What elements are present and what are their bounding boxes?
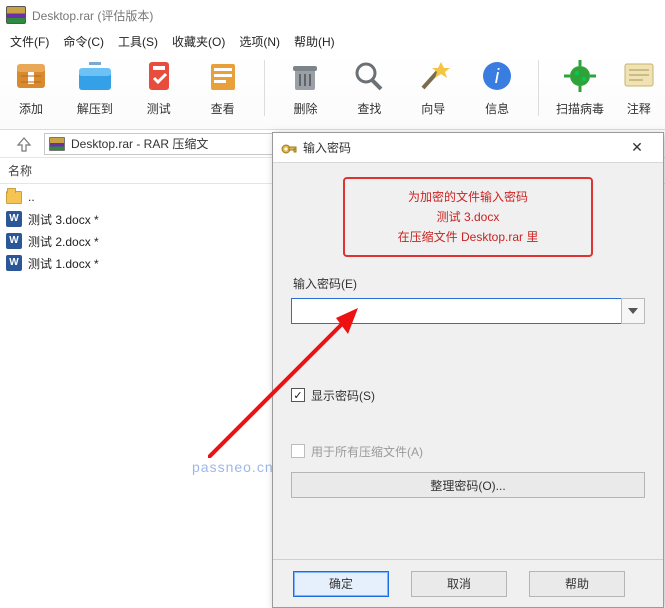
menu-file[interactable]: 文件(F)	[4, 31, 55, 52]
virus-icon	[560, 58, 600, 94]
show-password-checkbox[interactable]: 显示密码(S)	[291, 384, 645, 406]
test-icon	[139, 58, 179, 94]
watermark: passneo.cn	[192, 459, 274, 475]
msg-line-3: 在压缩文件 Desktop.rar 里	[359, 227, 577, 247]
toolbar-virus[interactable]: 扫描病毒	[555, 56, 605, 117]
window-title: Desktop.rar (评估版本)	[32, 7, 153, 24]
toolbar-test[interactable]: 测试	[134, 56, 184, 117]
menu-tools[interactable]: 工具(S)	[112, 31, 164, 52]
winrar-icon	[6, 6, 26, 24]
msg-line-1: 为加密的文件输入密码	[359, 187, 577, 207]
dialog-buttons: 确定 取消 帮助	[273, 559, 663, 607]
menu-favorites[interactable]: 收藏夹(O)	[166, 31, 231, 52]
add-archive-icon	[11, 58, 51, 94]
use-for-all-label: 用于所有压缩文件(A)	[311, 443, 423, 460]
parent-dir: ..	[28, 190, 35, 204]
path-text: Desktop.rar - RAR 压缩文	[71, 135, 208, 152]
toolbar-comment[interactable]: 注释	[619, 56, 659, 117]
view-icon	[203, 58, 243, 94]
file-name: 测试 3.docx *	[28, 211, 99, 228]
toolbar-view[interactable]: 查看	[198, 56, 248, 117]
up-arrow-icon	[15, 135, 33, 153]
dialog-title: 输入密码	[303, 139, 619, 156]
toolbar-sep-1	[264, 60, 265, 116]
close-icon: ✕	[631, 139, 643, 156]
column-name[interactable]: 名称	[8, 162, 32, 179]
toolbar-add[interactable]: 添加	[6, 56, 56, 117]
password-dropdown-button[interactable]	[621, 298, 645, 324]
key-icon	[281, 140, 297, 156]
toolbar-extract[interactable]: 解压到	[70, 56, 120, 117]
docx-icon	[6, 233, 22, 249]
checkbox-icon	[291, 444, 305, 458]
menubar: 文件(F) 命令(C) 工具(S) 收藏夹(O) 选项(N) 帮助(H)	[0, 30, 665, 52]
dialog-body: 为加密的文件输入密码 测试 3.docx 在压缩文件 Desktop.rar 里…	[273, 163, 663, 559]
dialog-titlebar[interactable]: 输入密码 ✕	[273, 133, 663, 163]
wizard-icon	[413, 58, 453, 94]
password-dialog: 输入密码 ✕ 为加密的文件输入密码 测试 3.docx 在压缩文件 Deskto…	[272, 132, 664, 608]
folder-icon	[6, 191, 22, 204]
window-titlebar: Desktop.rar (评估版本)	[0, 0, 665, 30]
toolbar-sep-2	[538, 60, 539, 116]
password-message-box: 为加密的文件输入密码 测试 3.docx 在压缩文件 Desktop.rar 里	[343, 177, 593, 257]
cancel-button[interactable]: 取消	[411, 571, 507, 597]
checkbox-group: 显示密码(S) 用于所有压缩文件(A) 整理密码(O)...	[291, 384, 645, 498]
menu-help[interactable]: 帮助(H)	[288, 31, 341, 52]
password-field-label: 输入密码(E)	[293, 275, 645, 292]
archive-icon	[49, 137, 65, 151]
chevron-down-icon	[628, 308, 638, 314]
comment-icon	[619, 58, 659, 94]
password-combo	[291, 298, 645, 324]
toolbar-find[interactable]: 查找	[344, 56, 394, 117]
file-name: 测试 2.docx *	[28, 233, 99, 250]
docx-icon	[6, 211, 22, 227]
show-password-label: 显示密码(S)	[311, 387, 375, 404]
toolbar-wizard[interactable]: 向导	[408, 56, 458, 117]
extract-icon	[75, 58, 115, 94]
msg-line-2: 测试 3.docx	[359, 207, 577, 227]
delete-icon	[285, 58, 325, 94]
menu-options[interactable]: 选项(N)	[233, 31, 286, 52]
toolbar-delete[interactable]: 删除	[281, 56, 331, 117]
file-name: 测试 1.docx *	[28, 255, 99, 272]
dialog-close-button[interactable]: ✕	[619, 134, 655, 162]
ok-button[interactable]: 确定	[293, 571, 389, 597]
menu-command[interactable]: 命令(C)	[57, 31, 110, 52]
up-button[interactable]	[4, 133, 44, 155]
use-for-all-checkbox[interactable]: 用于所有压缩文件(A)	[291, 440, 645, 462]
checkbox-icon	[291, 388, 305, 402]
info-icon: i	[477, 58, 517, 94]
find-icon	[349, 58, 389, 94]
help-button[interactable]: 帮助	[529, 571, 625, 597]
docx-icon	[6, 255, 22, 271]
toolbar: 添加 解压到 测试 查看 删除 查找 向导 i 信息 扫描病毒 注释	[0, 52, 665, 130]
password-input[interactable]	[291, 298, 621, 324]
organize-passwords-button[interactable]: 整理密码(O)...	[291, 472, 645, 498]
svg-text:i: i	[495, 66, 500, 88]
toolbar-info[interactable]: i 信息	[472, 56, 522, 117]
